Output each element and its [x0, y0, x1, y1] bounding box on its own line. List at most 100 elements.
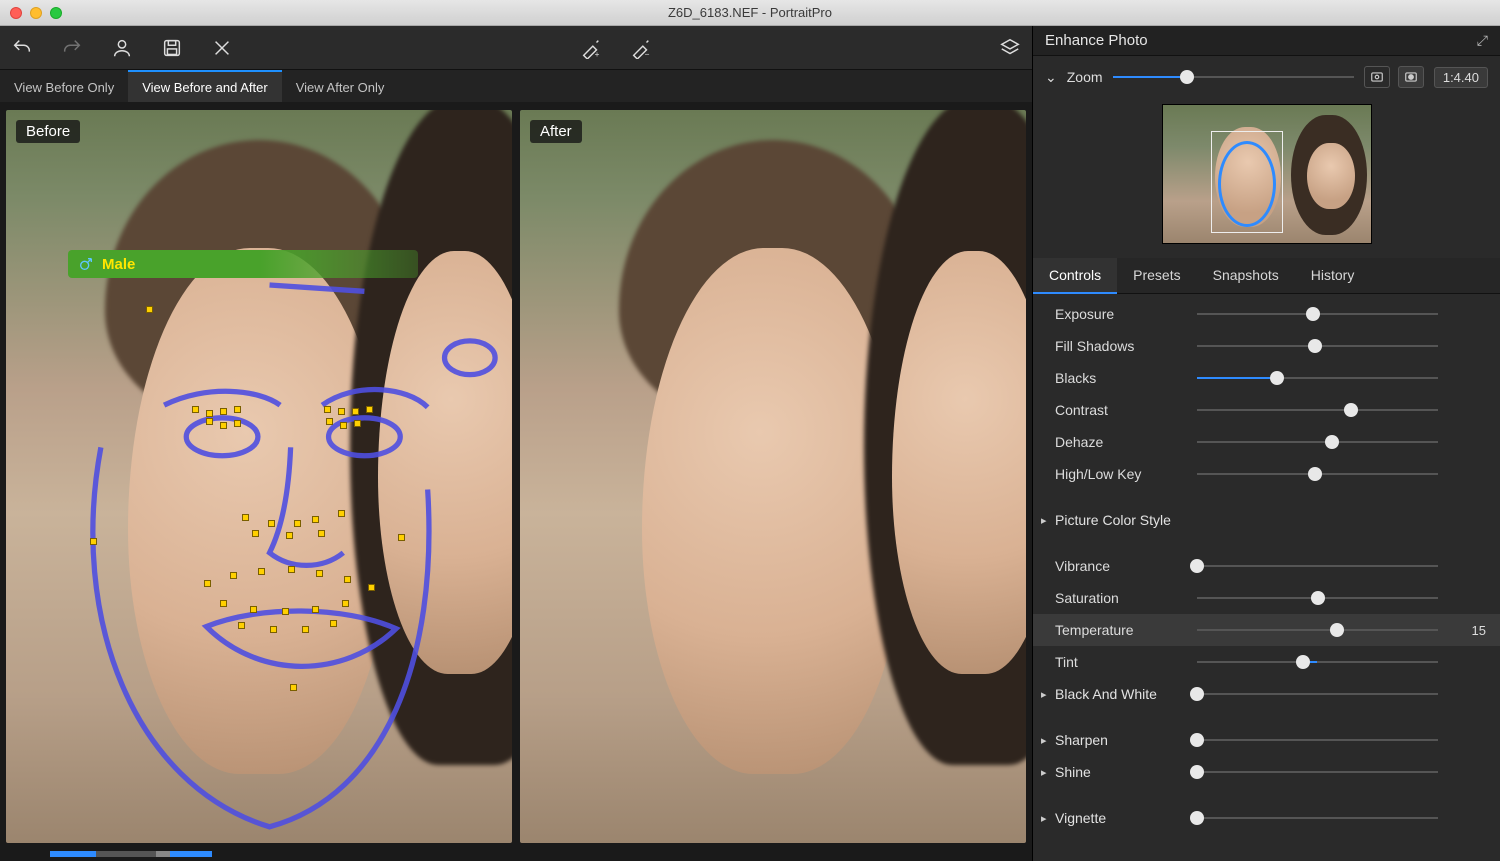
- slider-fill_shadows[interactable]: [1197, 339, 1438, 353]
- person-button[interactable]: [108, 34, 136, 62]
- horizontal-scrollbar[interactable]: [0, 847, 1032, 861]
- landmark-point[interactable]: [318, 530, 325, 537]
- landmark-point[interactable]: [340, 422, 347, 429]
- save-button[interactable]: [158, 34, 186, 62]
- controls-list[interactable]: ExposureFill ShadowsBlacksContrastDehaze…: [1033, 294, 1500, 861]
- layers-button[interactable]: [996, 34, 1024, 62]
- zoom-chevron-icon[interactable]: ⌄: [1045, 69, 1057, 86]
- slider-saturation[interactable]: [1197, 591, 1438, 605]
- slider-exposure[interactable]: [1197, 307, 1438, 321]
- tab-snapshots[interactable]: Snapshots: [1197, 258, 1295, 293]
- control-temperature[interactable]: Temperature15: [1033, 614, 1500, 646]
- landmark-point[interactable]: [270, 626, 277, 633]
- landmark-point[interactable]: [294, 520, 301, 527]
- redo-button[interactable]: [58, 34, 86, 62]
- slider-contrast[interactable]: [1197, 403, 1438, 417]
- landmark-point[interactable]: [204, 580, 211, 587]
- control-vibrance[interactable]: Vibrance: [1033, 550, 1500, 582]
- before-pane[interactable]: Before Male: [6, 110, 512, 843]
- landmark-point[interactable]: [312, 516, 319, 523]
- landmark-point[interactable]: [242, 514, 249, 521]
- tab-view-before[interactable]: View Before Only: [0, 70, 128, 102]
- fit-face-icon[interactable]: [1398, 66, 1424, 88]
- control-saturation[interactable]: Saturation: [1033, 582, 1500, 614]
- landmark-point[interactable]: [302, 626, 309, 633]
- face-outline[interactable]: [6, 110, 512, 843]
- landmark-point[interactable]: [206, 418, 213, 425]
- slider-shine[interactable]: [1197, 765, 1438, 779]
- landmark-point[interactable]: [344, 576, 351, 583]
- landmark-point[interactable]: [338, 408, 345, 415]
- landmark-point[interactable]: [368, 584, 375, 591]
- landmark-point[interactable]: [312, 606, 319, 613]
- landmark-point[interactable]: [192, 406, 199, 413]
- control-shine[interactable]: ▸Shine: [1033, 756, 1500, 788]
- slider-bw[interactable]: [1197, 687, 1438, 701]
- slider-vibrance[interactable]: [1197, 559, 1438, 573]
- landmark-point[interactable]: [234, 420, 241, 427]
- image-canvas[interactable]: Before Male: [0, 102, 1032, 861]
- zoom-ratio[interactable]: 1:4.40: [1434, 67, 1488, 88]
- landmark-point[interactable]: [338, 510, 345, 517]
- landmark-point[interactable]: [326, 418, 333, 425]
- landmark-point[interactable]: [220, 422, 227, 429]
- landmark-point[interactable]: [238, 622, 245, 629]
- landmark-point[interactable]: [252, 530, 259, 537]
- control-blacks[interactable]: Blacks: [1033, 362, 1500, 394]
- landmark-point[interactable]: [282, 608, 289, 615]
- brush-add-button[interactable]: +: [577, 34, 605, 62]
- landmark-point[interactable]: [316, 570, 323, 577]
- after-pane[interactable]: After: [520, 110, 1026, 843]
- tab-controls[interactable]: Controls: [1033, 258, 1117, 294]
- slider-temperature[interactable]: [1197, 623, 1438, 637]
- landmark-point[interactable]: [234, 406, 241, 413]
- zoom-slider[interactable]: [1113, 70, 1354, 84]
- landmark-point[interactable]: [146, 306, 153, 313]
- landmark-point[interactable]: [230, 572, 237, 579]
- control-bw[interactable]: ▸Black And White: [1033, 678, 1500, 710]
- slider-sharpen[interactable]: [1197, 733, 1438, 747]
- control-vignette[interactable]: ▸Vignette: [1033, 802, 1500, 834]
- control-pcs[interactable]: ▸Picture Color Style: [1033, 504, 1500, 536]
- gender-tag[interactable]: Male: [68, 250, 418, 278]
- control-highlow[interactable]: High/Low Key: [1033, 458, 1500, 490]
- slider-highlow[interactable]: [1197, 467, 1438, 481]
- control-tint[interactable]: Tint: [1033, 646, 1500, 678]
- landmark-point[interactable]: [354, 420, 361, 427]
- landmark-point[interactable]: [352, 408, 359, 415]
- landmark-point[interactable]: [268, 520, 275, 527]
- undo-button[interactable]: [8, 34, 36, 62]
- landmark-point[interactable]: [286, 532, 293, 539]
- close-button[interactable]: [208, 34, 236, 62]
- landmark-point[interactable]: [398, 534, 405, 541]
- control-contrast[interactable]: Contrast: [1033, 394, 1500, 426]
- control-exposure[interactable]: Exposure: [1033, 298, 1500, 330]
- landmark-point[interactable]: [342, 600, 349, 607]
- tab-history[interactable]: History: [1295, 258, 1371, 293]
- tab-view-both[interactable]: View Before and After: [128, 70, 282, 102]
- tab-view-after[interactable]: View After Only: [282, 70, 399, 102]
- landmark-point[interactable]: [220, 600, 227, 607]
- brush-remove-button[interactable]: −: [627, 34, 655, 62]
- control-fill_shadows[interactable]: Fill Shadows: [1033, 330, 1500, 362]
- landmark-point[interactable]: [290, 684, 297, 691]
- slider-blacks[interactable]: [1197, 371, 1438, 385]
- tab-presets[interactable]: Presets: [1117, 258, 1196, 293]
- slider-dehaze[interactable]: [1197, 435, 1438, 449]
- control-sharpen[interactable]: ▸Sharpen: [1033, 724, 1500, 756]
- landmark-point[interactable]: [330, 620, 337, 627]
- panel-expand-icon[interactable]: ⤢: [1477, 32, 1488, 49]
- landmark-point[interactable]: [324, 406, 331, 413]
- control-dehaze[interactable]: Dehaze: [1033, 426, 1500, 458]
- landmark-point[interactable]: [250, 606, 257, 613]
- slider-vignette[interactable]: [1197, 811, 1438, 825]
- fit-view-icon[interactable]: [1364, 66, 1390, 88]
- landmark-point[interactable]: [288, 566, 295, 573]
- navigator-thumbnail[interactable]: [1162, 104, 1372, 244]
- landmark-point[interactable]: [258, 568, 265, 575]
- slider-tint[interactable]: [1197, 655, 1438, 669]
- landmark-point[interactable]: [366, 406, 373, 413]
- landmark-point[interactable]: [206, 410, 213, 417]
- landmark-point[interactable]: [220, 408, 227, 415]
- landmark-point[interactable]: [90, 538, 97, 545]
